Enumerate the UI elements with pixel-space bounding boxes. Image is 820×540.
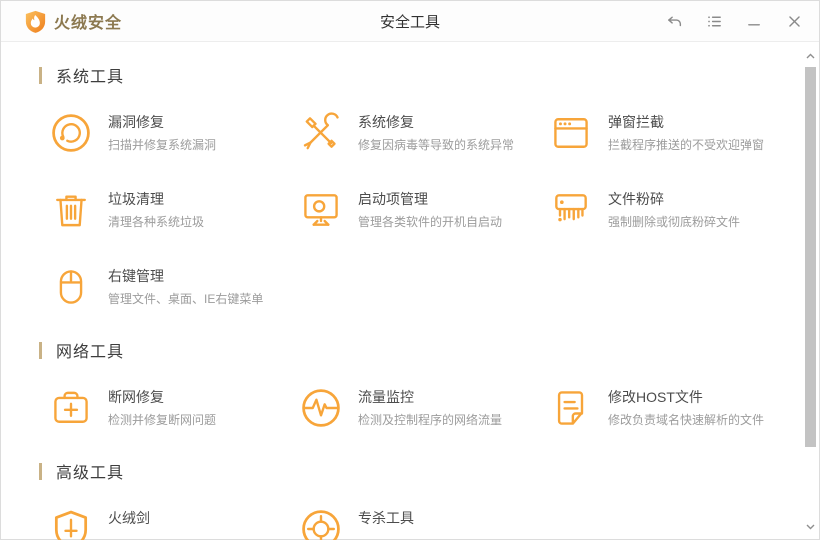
- tool-description: 检测并修复断网问题: [108, 413, 217, 427]
- tool-description: 拦截程序推送的不受欢迎弹窗: [608, 138, 765, 152]
- tool-item[interactable]: 弹窗拦截 拦截程序推送的不受欢迎弹窗: [549, 111, 799, 155]
- tool-title: 垃圾清理: [108, 191, 164, 207]
- huorong-security-tools-window: 火绒安全 安全工具 系统工具 漏洞修复 扫描并修复系统漏洞 系统修复 修复因病毒…: [0, 0, 820, 540]
- close-icon: [788, 15, 800, 27]
- tool-item[interactable]: 漏洞修复 扫描并修复系统漏洞: [49, 111, 299, 155]
- tool-title: 文件粉碎: [608, 191, 664, 207]
- tool-description: 管理各类软件的开机自启动: [358, 215, 503, 229]
- right-click-manager-icon: [49, 265, 93, 309]
- host-file-icon: [549, 386, 593, 430]
- tool-title: 断网修复: [108, 389, 164, 405]
- window-controls: [659, 7, 809, 35]
- section-header: 系统工具: [39, 64, 789, 86]
- section-title: 网络工具: [56, 344, 125, 361]
- killer-tool-icon: [299, 507, 343, 540]
- section-title: 高级工具: [56, 465, 125, 482]
- huorong-sword-icon: [49, 507, 93, 540]
- tools-grid: 漏洞修复 扫描并修复系统漏洞 系统修复 修复因病毒等导致的系统异常 弹窗拦截 拦…: [49, 90, 809, 321]
- tool-title: 专杀工具: [358, 510, 414, 526]
- tool-item[interactable]: 垃圾清理 清理各种系统垃圾: [49, 188, 299, 232]
- tool-title: 系统修复: [358, 114, 414, 130]
- traffic-monitor-icon: [299, 386, 343, 430]
- section-header: 高级工具: [39, 460, 789, 482]
- tools-grid: 断网修复 检测并修复断网问题 流量监控 检测及控制程序的网络流量 修改HOST文…: [49, 365, 809, 442]
- section-accent-bar: [39, 341, 42, 359]
- popup-blocker-icon: [549, 111, 593, 155]
- tool-description: 强制删除或彻底粉碎文件: [608, 215, 741, 229]
- section-accent-bar: [39, 462, 42, 480]
- tool-item[interactable]: 专杀工具: [299, 507, 549, 540]
- section-title: 系统工具: [56, 69, 125, 86]
- huorong-shield-logo-icon: [25, 10, 46, 33]
- tool-title: 流量监控: [358, 389, 414, 405]
- close-button[interactable]: [779, 7, 809, 35]
- tool-item[interactable]: 启动项管理 管理各类软件的开机自启动: [299, 188, 549, 232]
- section-1: 系统工具 漏洞修复 扫描并修复系统漏洞 系统修复 修复因病毒等导致的系统异常 弹…: [39, 64, 789, 321]
- section-2: 网络工具 断网修复 检测并修复断网问题 流量监控 检测及控制程序的网络流量 修改…: [39, 339, 789, 442]
- tool-description: 修改负责域名快速解析的文件: [608, 413, 765, 427]
- system-repair-icon: [299, 111, 343, 155]
- minimize-button[interactable]: [739, 7, 769, 35]
- trash-clean-icon: [49, 188, 93, 232]
- scrollbar-down-arrow-icon[interactable]: [803, 519, 818, 535]
- tools-grid: 火绒剑 专杀工具: [49, 486, 809, 540]
- tool-item[interactable]: 文件粉碎 强制删除或彻底粉碎文件: [549, 188, 799, 232]
- menu-button[interactable]: [699, 7, 729, 35]
- tool-title: 启动项管理: [358, 191, 428, 207]
- title-bar: 火绒安全 安全工具: [1, 1, 819, 42]
- vertical-scrollbar[interactable]: [803, 42, 818, 539]
- tool-item[interactable]: 断网修复 检测并修复断网问题: [49, 386, 299, 430]
- app-name: 火绒安全: [54, 15, 123, 32]
- tool-item[interactable]: 火绒剑: [49, 507, 299, 540]
- list-menu-icon: [707, 15, 721, 27]
- tool-description: 管理文件、桌面、IE右键菜单: [108, 292, 264, 306]
- undo-arrow-icon: [667, 16, 681, 26]
- tool-title: 弹窗拦截: [608, 114, 664, 130]
- tool-description: 修复因病毒等导致的系统异常: [358, 138, 515, 152]
- tool-item[interactable]: 流量监控 检测及控制程序的网络流量: [299, 386, 549, 430]
- tool-title: 右键管理: [108, 268, 164, 284]
- tool-description: 检测及控制程序的网络流量: [358, 413, 503, 427]
- tool-title: 修改HOST文件: [608, 389, 703, 405]
- tools-content-area: 系统工具 漏洞修复 扫描并修复系统漏洞 系统修复 修复因病毒等导致的系统异常 弹…: [1, 42, 819, 540]
- tool-title: 火绒剑: [108, 510, 150, 526]
- tool-item[interactable]: 系统修复 修复因病毒等导致的系统异常: [299, 111, 549, 155]
- vulnerability-fix-icon: [49, 111, 93, 155]
- file-shredder-icon: [549, 188, 593, 232]
- minimize-icon: [747, 23, 760, 26]
- scrollbar-up-arrow-icon[interactable]: [803, 48, 818, 64]
- section-header: 网络工具: [39, 339, 789, 361]
- tool-item[interactable]: 修改HOST文件 修改负责域名快速解析的文件: [549, 386, 799, 430]
- section-accent-bar: [39, 66, 42, 84]
- tool-description: 扫描并修复系统漏洞: [108, 138, 217, 152]
- startup-manager-icon: [299, 188, 343, 232]
- tool-item[interactable]: 右键管理 管理文件、桌面、IE右键菜单: [49, 265, 299, 309]
- app-logo: 火绒安全: [25, 9, 122, 33]
- tool-title: 漏洞修复: [108, 114, 164, 130]
- tool-description: 清理各种系统垃圾: [108, 215, 205, 229]
- network-repair-icon: [49, 386, 93, 430]
- back-button[interactable]: [659, 7, 689, 35]
- scrollbar-thumb[interactable]: [805, 67, 816, 447]
- section-3: 高级工具 火绒剑 专杀工具: [39, 460, 789, 540]
